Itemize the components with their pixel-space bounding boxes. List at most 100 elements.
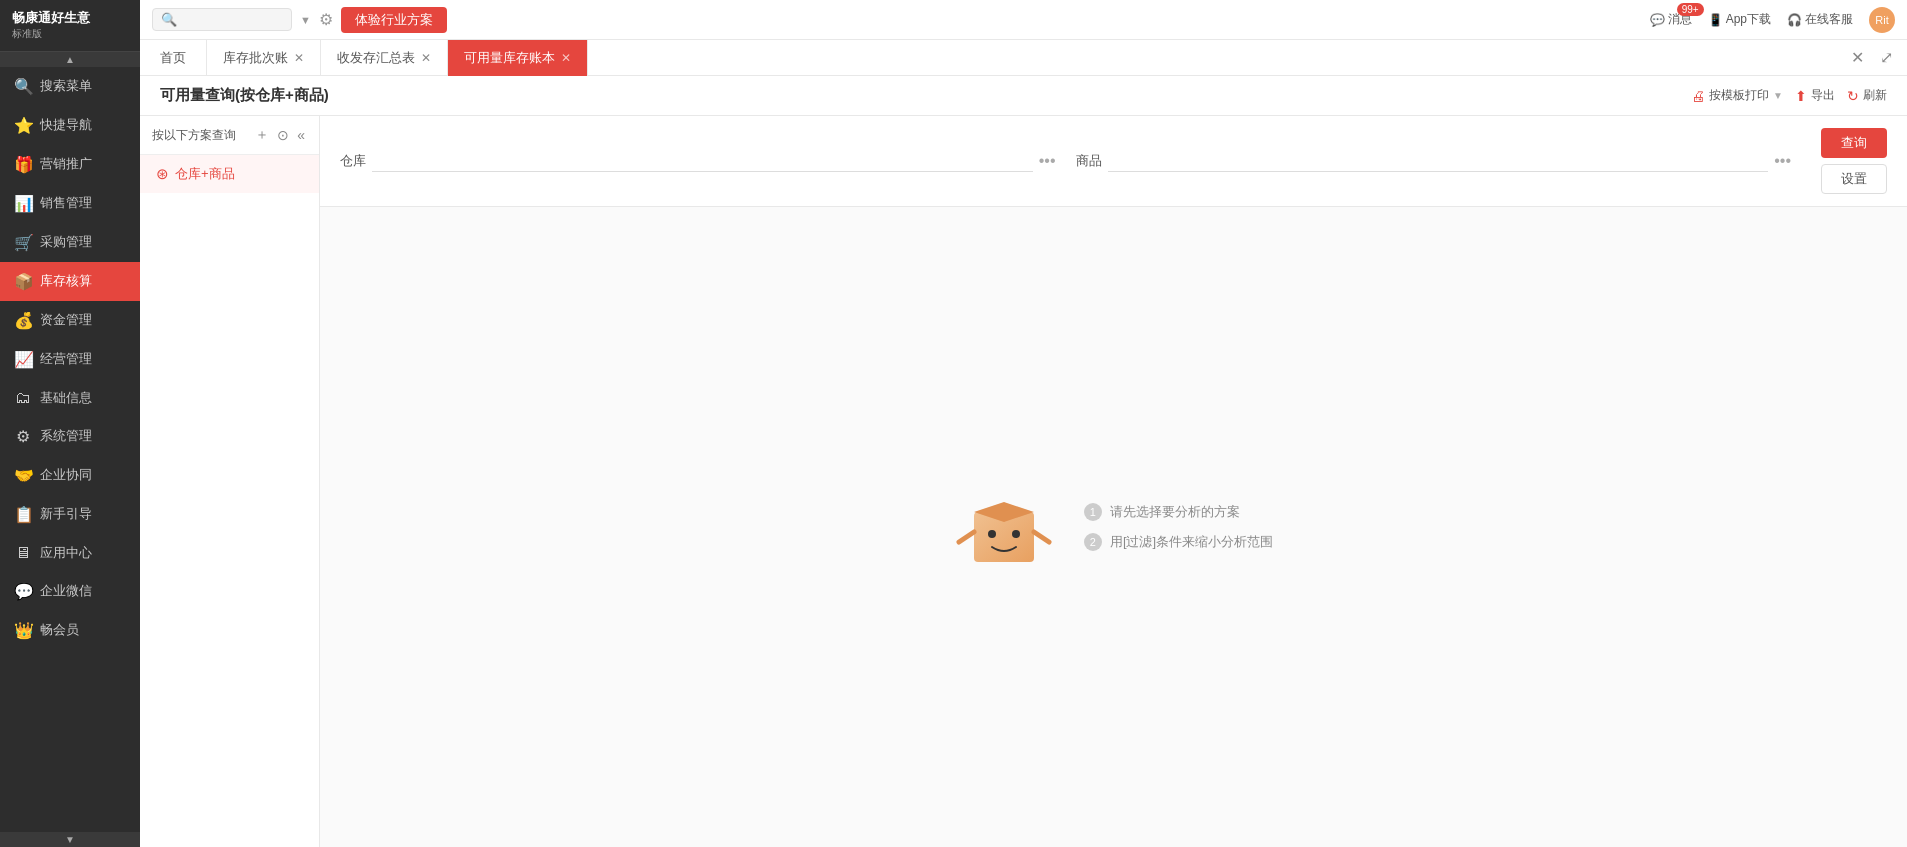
app-download-button[interactable]: 📱 App下载 (1708, 11, 1771, 28)
filter-add-button[interactable]: ＋ (253, 126, 271, 144)
refresh-icon: ↻ (1847, 88, 1859, 104)
sidebar-icon-5: 📦 (14, 272, 32, 291)
sidebar-scroll-up[interactable]: ▲ (0, 52, 140, 67)
settings-button[interactable]: 设置 (1821, 164, 1887, 194)
page-header: 可用量查询(按仓库+商品) 🖨 按模板打印 ▼ ⬆ 导出 ↻ 刷新 (140, 76, 1907, 116)
filter-header: 按以下方案查询 ＋ ⊙ « (140, 116, 319, 155)
filter-header-actions: ＋ ⊙ « (253, 126, 307, 144)
sidebar-item-系统管理[interactable]: ⚙系统管理 (0, 417, 140, 456)
sidebar-item-label: 系统管理 (40, 427, 92, 445)
main-area: 🔍 ▼ ⚙ 体验行业方案 💬 消息 99+ 📱 App下载 🎧 在线客服 R (140, 0, 1907, 847)
warehouse-label: 仓库 (340, 152, 366, 170)
print-icon: 🖨 (1691, 88, 1705, 104)
tab-0[interactable]: 首页 (140, 40, 207, 76)
search-input[interactable] (181, 13, 281, 27)
empty-tips: 1 请先选择要分析的方案 2 用[过滤]条件来缩小分析范围 (1084, 503, 1273, 551)
sidebar-icon-4: 🛒 (14, 233, 32, 252)
filter-setting-button[interactable]: ⊙ (275, 127, 291, 143)
filter-panel: 按以下方案查询 ＋ ⊙ « ⊛ 仓库+商品 (140, 116, 320, 847)
sidebar-item-采购管理[interactable]: 🛒 采购管理 (0, 223, 140, 262)
query-area: 仓库 ••• 商品 ••• 查询 设置 (320, 116, 1907, 847)
sidebar-item-label: 搜索菜单 (40, 77, 92, 95)
sidebar-item-库存核算[interactable]: 📦库存核算 (0, 262, 140, 301)
tab-label-1: 库存批次账 (223, 49, 288, 67)
query-button[interactable]: 查询 (1821, 128, 1887, 158)
sidebar-item-label: 企业协同 (40, 466, 92, 484)
sidebar-item-资金管理[interactable]: 💰资金管理 (0, 301, 140, 340)
print-button[interactable]: 🖨 按模板打印 ▼ (1691, 87, 1783, 104)
sidebar-item-快捷导航[interactable]: ⭐ 快捷导航 (0, 106, 140, 145)
sidebar-item-label: 新手引导 (40, 505, 92, 523)
message-icon: 💬 (1650, 13, 1665, 27)
message-badge: 99+ (1677, 3, 1704, 16)
sidebar-item-经营管理[interactable]: 📈经营管理 (0, 340, 140, 379)
tab-close-icon-1[interactable]: ✕ (294, 51, 304, 65)
expand-button[interactable]: ⤢ (1874, 46, 1899, 69)
user-menu[interactable]: Rit (1869, 7, 1895, 33)
warehouse-input[interactable] (372, 150, 1033, 172)
sidebar-icon-0: 🔍 (14, 77, 32, 96)
sidebar-item-企业微信[interactable]: 💬企业微信 (0, 572, 140, 611)
sidebar-item-销售管理[interactable]: 📊销售管理 (0, 184, 140, 223)
tab-2[interactable]: 收发存汇总表✕ (321, 40, 448, 76)
sidebar-item-label: 应用中心 (40, 544, 92, 562)
message-button[interactable]: 💬 消息 99+ (1650, 11, 1692, 28)
sidebar: 畅康通好生意 标准版 ▲ 🔍 搜索菜单 ⭐ 快捷导航 🎁营销推广📊销售管理 🛒 采购管理 📦库… (0, 0, 140, 847)
refresh-button[interactable]: ↻ 刷新 (1847, 87, 1887, 104)
sidebar-item-label: 畅会员 (40, 621, 79, 639)
filter-item-warehouse-goods[interactable]: ⊛ 仓库+商品 (140, 155, 319, 193)
sidebar-item-label: 企业微信 (40, 582, 92, 600)
close-tab-button[interactable]: ✕ (1845, 46, 1870, 69)
page-title: 可用量查询(按仓库+商品) (160, 86, 1691, 105)
print-chevron-icon: ▼ (1773, 90, 1783, 101)
tab-close-icon-2[interactable]: ✕ (421, 51, 431, 65)
export-button[interactable]: ⬆ 导出 (1795, 87, 1835, 104)
sidebar-item-企业协同[interactable]: 🤝企业协同 (0, 456, 140, 495)
goods-more-icon[interactable]: ••• (1774, 152, 1791, 170)
sidebar-item-新手引导[interactable]: 📋新手引导 (0, 495, 140, 534)
empty-state: 1 请先选择要分析的方案 2 用[过滤]条件来缩小分析范围 (320, 207, 1907, 847)
empty-illustration (954, 477, 1054, 577)
topbar-search-box[interactable]: 🔍 (152, 8, 292, 31)
headset-icon: 🎧 (1787, 13, 1802, 27)
page-header-actions: 🖨 按模板打印 ▼ ⬆ 导出 ↻ 刷新 (1691, 87, 1887, 104)
page-body: 按以下方案查询 ＋ ⊙ « ⊛ 仓库+商品 仓库 (140, 116, 1907, 847)
warehouse-more-icon[interactable]: ••• (1039, 152, 1056, 170)
sidebar-item-label: 营销推广 (40, 155, 92, 173)
filter-header-title: 按以下方案查询 (152, 127, 236, 144)
tab-label-0: 首页 (160, 49, 186, 67)
empty-tip-2: 2 用[过滤]条件来缩小分析范围 (1084, 533, 1273, 551)
sidebar-item-label: 采购管理 (40, 233, 92, 251)
app-title: 畅康通好生意 (12, 10, 128, 27)
export-icon: ⬆ (1795, 88, 1807, 104)
sidebar-logo: 畅康通好生意 标准版 (0, 0, 140, 52)
sidebar-scroll-down[interactable]: ▼ (0, 832, 140, 847)
sidebar-item-畅会员[interactable]: 👑 畅会员 (0, 611, 140, 650)
online-service-button[interactable]: 🎧 在线客服 (1787, 11, 1853, 28)
sidebar-icon-6: 💰 (14, 311, 32, 330)
filter-collapse-button[interactable]: « (295, 127, 307, 143)
sidebar-item-label: 快捷导航 (40, 116, 92, 134)
sidebar-icon-14: 👑 (14, 621, 32, 640)
sidebar-item-搜索菜单[interactable]: 🔍 搜索菜单 (0, 67, 140, 106)
phone-icon: 📱 (1708, 13, 1723, 27)
goods-input[interactable] (1108, 150, 1769, 172)
sidebar-item-label: 基础信息 (40, 389, 92, 407)
sidebar-nav: 🔍 搜索菜单 ⭐ 快捷导航 🎁营销推广📊销售管理 🛒 采购管理 📦库存核算💰资金管理📈经营管理… (0, 67, 140, 832)
chevron-down-icon[interactable]: ▼ (300, 14, 311, 26)
topbar: 🔍 ▼ ⚙ 体验行业方案 💬 消息 99+ 📱 App下载 🎧 在线客服 R (140, 0, 1907, 40)
sidebar-item-基础信息[interactable]: 🗂基础信息 (0, 379, 140, 417)
sidebar-icon-3: 📊 (14, 194, 32, 213)
sidebar-item-应用中心[interactable]: 🖥应用中心 (0, 534, 140, 572)
gear-icon[interactable]: ⚙ (319, 10, 333, 29)
sidebar-item-label: 经营管理 (40, 350, 92, 368)
search-icon: 🔍 (161, 12, 177, 27)
tab-1[interactable]: 库存批次账 ✕ (207, 40, 321, 76)
tab-close-icon-3[interactable]: ✕ (561, 51, 571, 65)
tabs-bar: 首页库存批次账✕收发存汇总表✕可用量库存账本✕ ✕ ⤢ (140, 40, 1907, 76)
sidebar-icon-1: ⭐ (14, 116, 32, 135)
tab-3[interactable]: 可用量库存账本✕ (448, 40, 588, 76)
app-subtitle: 标准版 (12, 27, 128, 41)
sidebar-item-营销推广[interactable]: 🎁营销推广 (0, 145, 140, 184)
industry-btn[interactable]: 体验行业方案 (341, 7, 447, 33)
